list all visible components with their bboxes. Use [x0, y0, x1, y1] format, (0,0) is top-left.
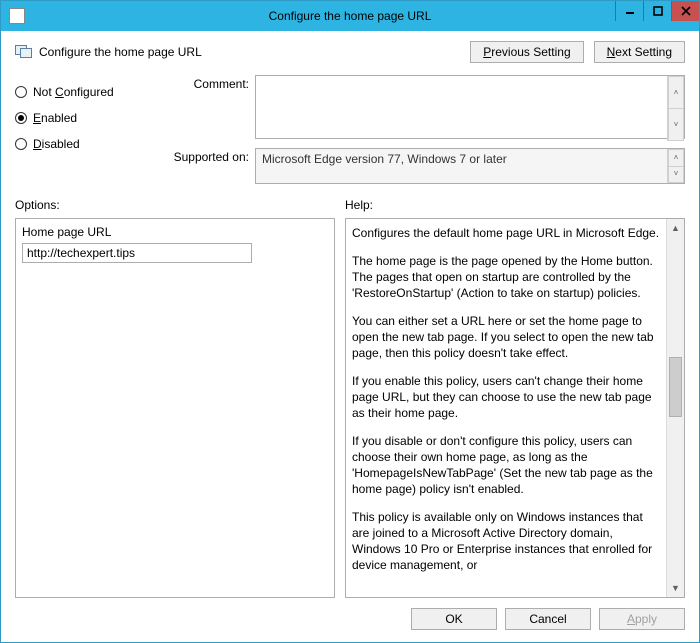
- help-text: If you disable or don't configure this p…: [352, 433, 662, 497]
- help-label: Help:: [345, 194, 685, 218]
- minimize-button[interactable]: [615, 1, 643, 21]
- url-label: Home page URL: [22, 225, 328, 239]
- spin-up-icon[interactable]: ˄: [668, 76, 684, 109]
- supported-spin: ˄ ˅: [667, 149, 684, 183]
- radio-icon: [15, 86, 27, 98]
- next-setting-button[interactable]: Next Setting: [594, 41, 685, 63]
- title-bar: Configure the home page URL: [1, 1, 699, 31]
- close-icon: [681, 6, 691, 16]
- scroll-track[interactable]: [667, 237, 684, 579]
- comment-wrap: ˄ ˅: [255, 75, 685, 142]
- radio-disabled[interactable]: Disabled: [15, 131, 155, 157]
- supported-wrap: Microsoft Edge version 77, Windows 7 or …: [255, 148, 685, 184]
- policy-icon: [15, 45, 33, 59]
- close-button[interactable]: [671, 1, 699, 21]
- comment-textarea[interactable]: [255, 75, 685, 139]
- help-text: You can either set a URL here or set the…: [352, 313, 662, 361]
- window-controls: [615, 1, 699, 21]
- mid-section: Options: Home page URL Help: Configures …: [1, 188, 699, 598]
- ok-button[interactable]: OK: [411, 608, 497, 630]
- header-text: Configure the home page URL: [39, 45, 202, 59]
- state-radios: Not Configured Enabled Disabled: [15, 75, 155, 184]
- help-column: Help: Configures the default home page U…: [345, 194, 685, 598]
- radio-label: Disabled: [33, 137, 80, 151]
- spin-down-icon[interactable]: ˅: [668, 167, 684, 184]
- client-area: Configure the home page URL Previous Set…: [1, 31, 699, 642]
- scroll-down-icon[interactable]: ▼: [667, 579, 684, 597]
- header-row: Configure the home page URL Previous Set…: [1, 31, 699, 67]
- radio-icon: [15, 138, 27, 150]
- nav-buttons: Previous Setting Next Setting: [470, 41, 685, 63]
- radio-label: Enabled: [33, 111, 77, 125]
- config-area: Not Configured Enabled Disabled Comment:…: [1, 67, 699, 188]
- help-text: This policy is available only on Windows…: [352, 509, 662, 573]
- maximize-button[interactable]: [643, 1, 671, 21]
- radio-label: Not Configured: [33, 85, 114, 99]
- help-panel: Configures the default home page URL in …: [345, 218, 685, 598]
- dialog-window: Configure the home page URL Configure th…: [0, 0, 700, 643]
- radio-not-configured[interactable]: Not Configured: [15, 79, 155, 105]
- app-icon: [9, 8, 25, 24]
- scroll-thumb[interactable]: [669, 357, 682, 417]
- supported-label: Supported on:: [165, 148, 255, 164]
- url-input[interactable]: [22, 243, 252, 263]
- spin-down-icon[interactable]: ˅: [668, 109, 684, 141]
- scroll-up-icon[interactable]: ▲: [667, 219, 684, 237]
- comment-spin: ˄ ˅: [667, 76, 684, 141]
- help-text: The home page is the page opened by the …: [352, 253, 662, 301]
- maximize-icon: [653, 6, 663, 16]
- comment-label: Comment:: [165, 75, 255, 91]
- window-title: Configure the home page URL: [1, 9, 699, 23]
- fields-grid: Comment: ˄ ˅ Supported on: Microsoft Edg…: [165, 75, 685, 184]
- radio-enabled[interactable]: Enabled: [15, 105, 155, 131]
- help-text: Configures the default home page URL in …: [352, 225, 662, 241]
- options-column: Options: Home page URL: [15, 194, 335, 598]
- footer-buttons: OK Cancel Apply: [1, 598, 699, 642]
- radio-icon: [15, 112, 27, 124]
- help-text: If you enable this policy, users can't c…: [352, 373, 662, 421]
- cancel-button[interactable]: Cancel: [505, 608, 591, 630]
- minimize-icon: [625, 6, 635, 16]
- options-panel: Home page URL: [15, 218, 335, 598]
- apply-button[interactable]: Apply: [599, 608, 685, 630]
- help-scrollbar[interactable]: ▲ ▼: [666, 219, 684, 597]
- options-label: Options:: [15, 194, 335, 218]
- previous-setting-button[interactable]: Previous Setting: [470, 41, 583, 63]
- supported-text: Microsoft Edge version 77, Windows 7 or …: [255, 148, 685, 184]
- spin-up-icon[interactable]: ˄: [668, 149, 684, 167]
